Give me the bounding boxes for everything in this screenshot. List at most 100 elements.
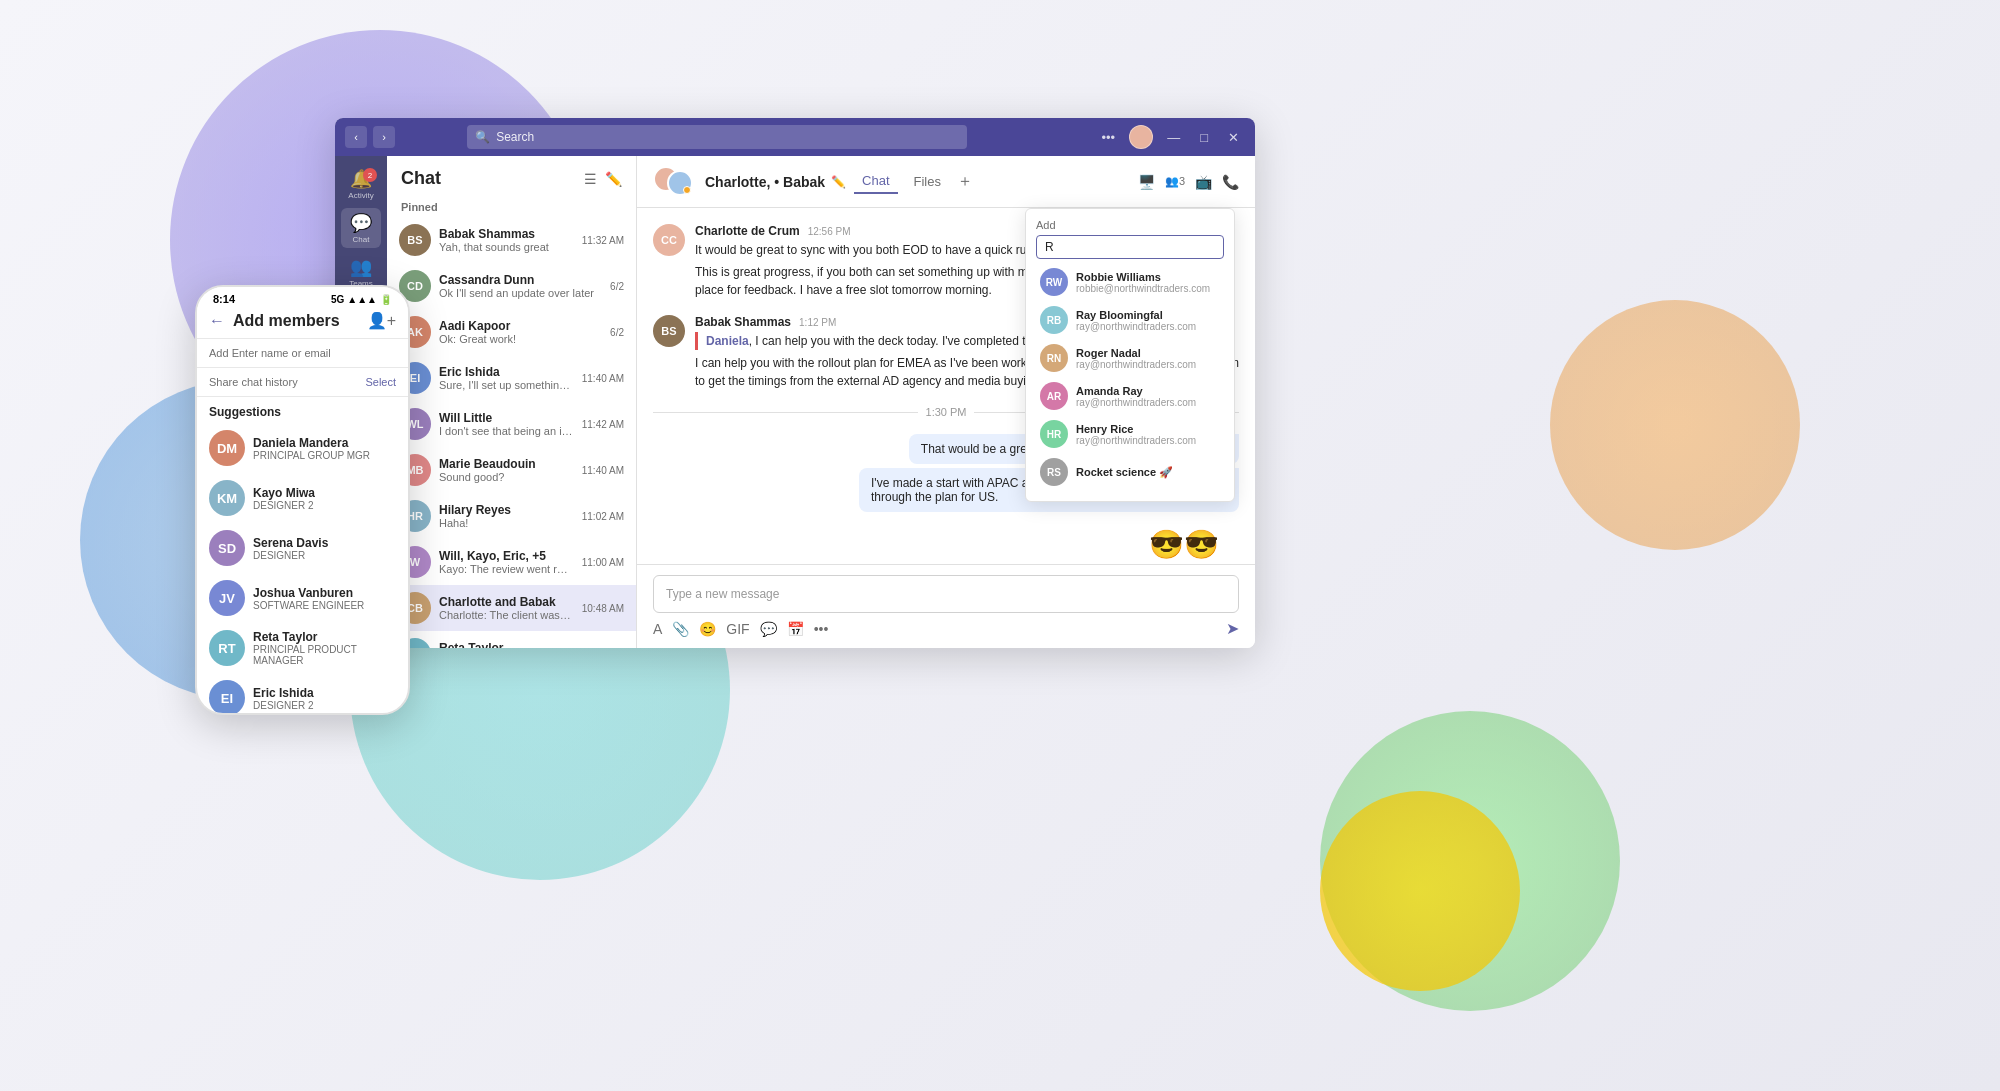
search-bar[interactable]: 🔍 Search: [467, 125, 967, 149]
add-input[interactable]: [1036, 235, 1224, 259]
new-chat-icon[interactable]: ✏️: [605, 171, 622, 187]
suggestion-item-4[interactable]: HR Henry Rice ray@northwindtraders.com: [1036, 415, 1224, 453]
chat-item-3[interactable]: AK Aadi Kapoor Ok: Great work! 6/2: [387, 309, 636, 355]
add-tab-button[interactable]: ＋: [957, 171, 973, 192]
maximize-button[interactable]: □: [1194, 128, 1214, 147]
chat-item-6[interactable]: MB Marie Beaudouin Sound good? 11:40 AM: [387, 447, 636, 493]
chat-item-5[interactable]: WL Will Little I don't see that being an…: [387, 401, 636, 447]
minimize-button[interactable]: —: [1161, 128, 1186, 147]
chat-item-9[interactable]: CB Charlotte and Babak Charlotte: The cl…: [387, 585, 636, 631]
phone-suggestions-title: Suggestions: [197, 397, 408, 423]
chat-time: 11:02 AM: [582, 511, 624, 522]
tab-files[interactable]: Files: [906, 170, 949, 193]
message-input-area: Type a new message A 📎 😊 GIF 💬 📅 ••• ➤: [637, 564, 1255, 648]
suggestion-item-0[interactable]: RW Robbie Williams robbie@northwindtrade…: [1036, 263, 1224, 301]
chat-item-1[interactable]: BS Babak Shammas Yah, that sounds great …: [387, 217, 636, 263]
chat-item-2[interactable]: CD Cassandra Dunn Ok I'll send an update…: [387, 263, 636, 309]
screen-share-icon[interactable]: 📺: [1195, 174, 1212, 190]
chat-preview: Kayo: The review went really well! Can't…: [439, 563, 574, 575]
window-body: 🔔 2 Activity 💬 Chat 👥 Teams 📅 Calendar C…: [335, 156, 1255, 648]
phone-suggestion-5[interactable]: EI Eric Ishida DESIGNER 2: [197, 673, 408, 715]
chat-name: Aadi Kapoor: [439, 319, 602, 333]
online-indicator-2: [683, 186, 691, 194]
user-avatar[interactable]: [1129, 125, 1153, 149]
suggestion-item-2[interactable]: RN Roger Nadal ray@northwindtraders.com: [1036, 339, 1224, 377]
suggestion-item-3[interactable]: AR Amanda Ray ray@northwindtraders.com: [1036, 377, 1224, 415]
activity-badge: 2: [363, 168, 377, 182]
chat-meta: 11:00 AM: [582, 557, 624, 568]
chat-name: Reta Taylor: [439, 641, 574, 648]
chat-item-8[interactable]: W Will, Kayo, Eric, +5 Kayo: The review …: [387, 539, 636, 585]
header-avatar-2: [667, 170, 693, 196]
phone-suggestion-4[interactable]: RT Reta Taylor PRINCIPAL PRODUCT MANAGER: [197, 623, 408, 673]
chat-info: Will Little I don't see that being an is…: [439, 411, 574, 437]
phone-suggestion-1[interactable]: KM Kayo Miwa DESIGNER 2: [197, 473, 408, 523]
forward-button[interactable]: ›: [373, 126, 395, 148]
format-icon[interactable]: A: [653, 621, 662, 637]
attach-icon[interactable]: 📎: [672, 621, 689, 637]
phone-suggestions-list: DM Daniela Mandera PRINCIPAL GROUP MGR K…: [197, 423, 408, 715]
chat-item-7[interactable]: HR Hilary Reyes Haha! 11:02 AM: [387, 493, 636, 539]
close-button[interactable]: ✕: [1222, 128, 1245, 147]
more-button[interactable]: •••: [1095, 128, 1121, 147]
back-button[interactable]: ‹: [345, 126, 367, 148]
phone-suggestion-0[interactable]: DM Daniela Mandera PRINCIPAL GROUP MGR: [197, 423, 408, 473]
chat-list-title: Chat: [401, 168, 441, 189]
phone-title: Add members: [233, 312, 367, 330]
sticker-icon[interactable]: 💬: [760, 621, 777, 637]
msg-author-babak-1: Babak Shammas: [695, 315, 791, 329]
gif-icon[interactable]: GIF: [726, 621, 749, 637]
search-placeholder: Search: [496, 130, 534, 144]
suggestion-item-5[interactable]: RS Rocket science 🚀: [1036, 453, 1224, 491]
chat-list-actions: ☰ ✏️: [584, 171, 622, 187]
chat-info: Eric Ishida Sure, I'll set up something …: [439, 365, 574, 391]
chat-info: Reta Taylor Ah, ok I understand now: [439, 641, 574, 648]
chat-item-10[interactable]: RT Reta Taylor Ah, ok I understand now 1…: [387, 631, 636, 648]
teams-window: ‹ › 🔍 Search ••• — □ ✕ 🔔 2 Activity 💬 Ch…: [335, 118, 1255, 648]
search-icon: 🔍: [475, 130, 490, 144]
phone-suggestion-2[interactable]: SD Serena Davis DESIGNER: [197, 523, 408, 573]
chat-time: 6/2: [610, 327, 624, 338]
msg-author-charlotte: Charlotte de Crum: [695, 224, 800, 238]
phone-history-label: Share chat history: [209, 376, 365, 388]
suggestion-item-1[interactable]: RB Ray Bloomingfal ray@northwindtraders.…: [1036, 301, 1224, 339]
edit-icon[interactable]: ✏️: [831, 175, 846, 189]
chat-header: Charlotte, • Babak ✏️ Chat Files ＋ 🖥️ 👥3…: [637, 156, 1255, 208]
tab-chat[interactable]: Chat: [854, 169, 897, 194]
call-icon[interactable]: 📞: [1222, 174, 1239, 190]
chat-nav-icon: 💬: [350, 212, 372, 234]
title-bar-actions: ••• — □ ✕: [1095, 125, 1245, 149]
schedule-icon[interactable]: 📅: [787, 621, 804, 637]
phone-back-button[interactable]: ←: [209, 312, 225, 330]
more-toolbar-icon[interactable]: •••: [814, 621, 829, 637]
phone-select-button[interactable]: Select: [365, 376, 396, 388]
message-input-box[interactable]: Type a new message: [653, 575, 1239, 613]
phone-time: 8:14: [213, 293, 235, 305]
suggestion-list: RW Robbie Williams robbie@northwindtrade…: [1036, 263, 1224, 491]
phone-suggestion-3[interactable]: JV Joshua Vanburen SOFTWARE ENGINEER: [197, 573, 408, 623]
sidebar-item-chat[interactable]: 💬 Chat: [341, 208, 381, 248]
chat-preview: Ok I'll send an update over later: [439, 287, 602, 299]
chat-meta: 11:42 AM: [582, 419, 624, 430]
chat-name: Babak Shammas: [439, 227, 574, 241]
msg-avatar-babak-1: BS: [653, 315, 685, 347]
phone-add-member-icon[interactable]: 👤+: [367, 311, 396, 330]
chat-meta: 6/2: [610, 281, 624, 292]
filter-icon[interactable]: ☰: [584, 171, 597, 187]
phone-add-field-label[interactable]: Add Enter name or email: [209, 347, 396, 359]
sidebar-item-activity[interactable]: 🔔 2 Activity: [341, 164, 381, 204]
add-dropdown-label: Add: [1036, 219, 1224, 231]
chat-time: 11:42 AM: [582, 419, 624, 430]
chat-item-4[interactable]: EI Eric Ishida Sure, I'll set up somethi…: [387, 355, 636, 401]
teams-nav-icon: 👥: [350, 256, 372, 278]
chat-meta: 10:48 AM: [582, 603, 624, 614]
send-button[interactable]: ➤: [1226, 619, 1239, 638]
emoji-icon[interactable]: 😊: [699, 621, 716, 637]
chat-meta: 11:32 AM: [582, 235, 624, 246]
msg-time-babak-1: 1:12 PM: [799, 317, 836, 328]
video-toggle-icon[interactable]: 🖥️: [1138, 174, 1155, 190]
phone-container: 8:14 5G ▲▲▲ 🔋 ← Add members 👤+ Add Enter…: [195, 285, 410, 715]
chat-meta: 11:02 AM: [582, 511, 624, 522]
chat-header-avatars: [653, 166, 697, 198]
signal-icon: 5G: [331, 294, 344, 305]
